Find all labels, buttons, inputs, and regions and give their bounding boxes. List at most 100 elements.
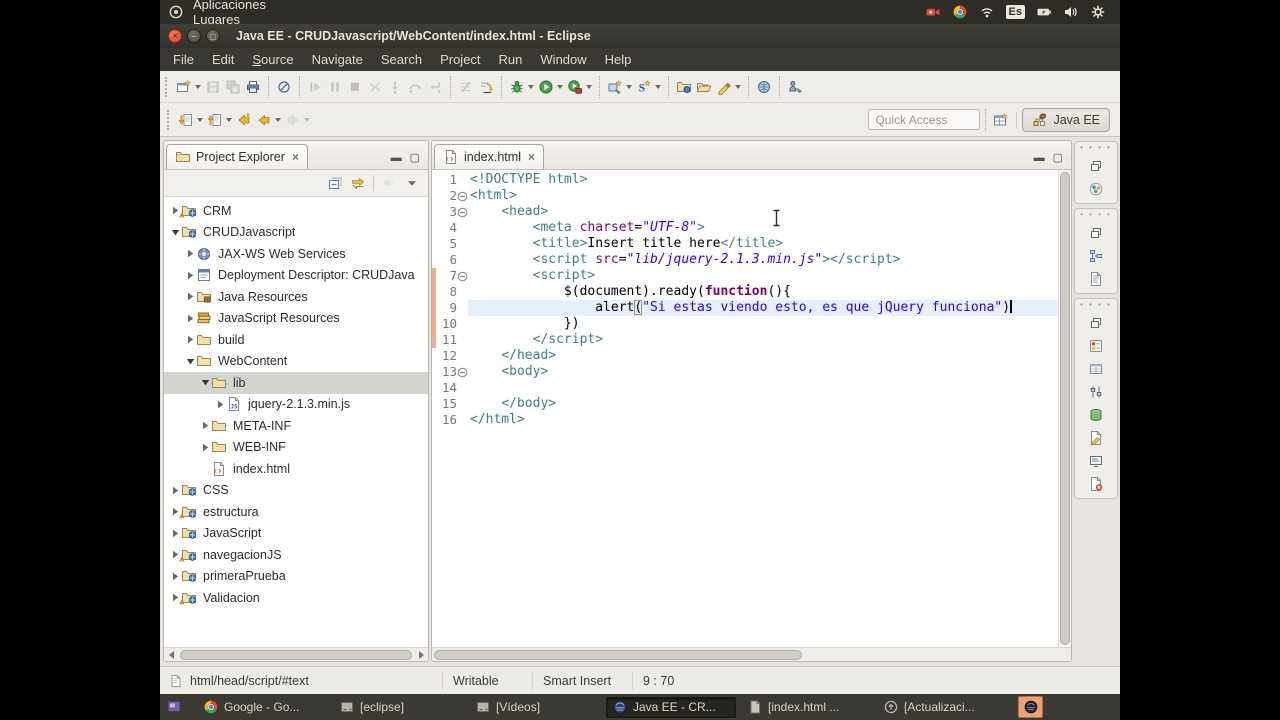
volume-icon[interactable] bbox=[1062, 4, 1079, 21]
battery-icon[interactable] bbox=[1035, 4, 1052, 21]
view-menu-icon[interactable] bbox=[404, 175, 420, 191]
task-java-ee-cr-[interactable]: Java EE - CR... bbox=[606, 696, 736, 718]
menu-help[interactable]: Help bbox=[596, 48, 641, 71]
tree-item-javascript-resources[interactable]: JavaScript Resources bbox=[164, 308, 428, 330]
editor-vscrollbar[interactable] bbox=[1058, 170, 1071, 647]
tree-item-deployment-descriptor-crudjava[interactable]: Deployment Descriptor: CRUDJava bbox=[164, 265, 428, 287]
distributor-logo-icon[interactable] bbox=[168, 4, 184, 20]
editor-hscrollbar[interactable] bbox=[432, 647, 1071, 661]
fold-collapse-icon[interactable] bbox=[457, 204, 468, 220]
tree-item-webcontent[interactable]: WebContent bbox=[164, 351, 428, 373]
expand-arrow-icon[interactable] bbox=[185, 314, 196, 323]
new-wizard-button[interactable] bbox=[174, 75, 203, 99]
task--actualizaci-[interactable]: [Actualizaci... bbox=[878, 697, 1008, 718]
code-text[interactable]: alert("Si estas viendo esto, es que jQue… bbox=[468, 300, 1058, 316]
fold-collapse-icon[interactable] bbox=[457, 188, 468, 204]
code-line-8[interactable]: 8 $(document).ready(function(){ bbox=[432, 284, 1058, 300]
expand-arrow-icon[interactable] bbox=[170, 572, 181, 581]
expand-arrow-icon[interactable] bbox=[170, 486, 181, 495]
expand-arrow-icon[interactable] bbox=[200, 443, 211, 452]
minimize-view-icon[interactable]: ▬ bbox=[391, 153, 402, 164]
task-list-icon[interactable] bbox=[1088, 271, 1104, 287]
dropdown-arrow-icon[interactable] bbox=[586, 84, 592, 89]
code-text[interactable]: </head> bbox=[468, 348, 1058, 364]
minimize-button[interactable]: – bbox=[187, 29, 201, 43]
link-editor-icon[interactable] bbox=[350, 175, 366, 191]
fold-collapse-icon[interactable] bbox=[457, 268, 468, 284]
toolbar-grip[interactable] bbox=[165, 76, 170, 97]
save-button[interactable] bbox=[203, 75, 223, 99]
tree-item-css[interactable]: CSS bbox=[164, 480, 428, 502]
run-button[interactable] bbox=[536, 75, 565, 99]
next-annotation-button[interactable] bbox=[176, 108, 205, 132]
collapse-arrow-icon[interactable] bbox=[185, 357, 196, 366]
code-text[interactable]: <meta charset="UTF-8"> bbox=[468, 220, 1058, 236]
tree-item-jquery-2-1-3-min-js[interactable]: JS jquery-2.1.3.min.js bbox=[164, 394, 428, 416]
dropdown-arrow-icon[interactable] bbox=[195, 84, 201, 89]
tab-project-explorer[interactable]: Project Explorer × bbox=[166, 144, 308, 169]
text-highlight-button[interactable] bbox=[714, 75, 743, 99]
tab-index-html[interactable]: index.html × bbox=[434, 144, 544, 169]
code-text[interactable]: $(document).ready(function(){ bbox=[468, 284, 1058, 300]
launcher-notification-button[interactable] bbox=[1018, 696, 1043, 718]
menu-run[interactable]: Run bbox=[490, 48, 532, 71]
code-line-15[interactable]: 15 </body> bbox=[432, 396, 1058, 412]
code-line-5[interactable]: 5 <title>Insert title here</title> bbox=[432, 236, 1058, 252]
hscroll-thumb[interactable] bbox=[180, 649, 412, 660]
scroll-right-icon[interactable] bbox=[414, 648, 428, 662]
code-line-3[interactable]: 3 <head> bbox=[432, 204, 1058, 220]
code-line-14[interactable]: 14 bbox=[432, 380, 1058, 396]
task--eclipse-[interactable]: [eclipse] bbox=[334, 697, 464, 718]
menu-search[interactable]: Search bbox=[372, 48, 431, 71]
open-folder-button[interactable] bbox=[694, 75, 714, 99]
dropdown-arrow-icon[interactable] bbox=[655, 84, 661, 89]
close-button[interactable]: × bbox=[168, 29, 182, 43]
dropdown-arrow-icon[interactable] bbox=[197, 117, 203, 122]
expand-arrow-icon[interactable] bbox=[200, 421, 211, 430]
dropdown-arrow-icon[interactable] bbox=[528, 84, 534, 89]
code-text[interactable]: <!DOCTYPE html> bbox=[468, 172, 1058, 188]
code-text[interactable]: </script> bbox=[468, 332, 1058, 348]
code-line-13[interactable]: 13 <body> bbox=[432, 364, 1058, 380]
prev-annotation-button[interactable] bbox=[205, 108, 234, 132]
terminate-button[interactable] bbox=[345, 75, 365, 99]
save-all-button[interactable] bbox=[223, 75, 243, 99]
menu-project[interactable]: Project bbox=[431, 48, 489, 71]
step-return-button[interactable] bbox=[425, 75, 445, 99]
perspective-javaee-button[interactable]: Java EE bbox=[1022, 107, 1110, 132]
code-text[interactable]: <html> bbox=[468, 188, 1058, 204]
last-edit-location-button[interactable] bbox=[234, 108, 254, 132]
tree-item-meta-inf[interactable]: META-INF bbox=[164, 415, 428, 437]
servers-icon[interactable] bbox=[1088, 384, 1104, 400]
dropdown-arrow-icon[interactable] bbox=[626, 84, 632, 89]
scroll-left-icon[interactable] bbox=[164, 648, 178, 662]
maximize-editor-icon[interactable]: ▢ bbox=[1053, 153, 1063, 164]
panel-menu-aplicaciones[interactable]: Aplicaciones bbox=[184, 0, 275, 12]
vscroll-thumb[interactable] bbox=[1060, 172, 1070, 645]
code-text[interactable] bbox=[468, 380, 1058, 396]
tree-item-jax-ws-web-services[interactable]: JAX-WS Web Services bbox=[164, 243, 428, 265]
code-text[interactable]: <script src="lib/jquery-2.1.3.min.js"></… bbox=[468, 252, 1058, 268]
collapse-all-icon[interactable] bbox=[327, 175, 343, 191]
print-button[interactable] bbox=[243, 75, 263, 99]
code-area[interactable]: 1 <!DOCTYPE html> 2 <html> 3 <head> 4 <meta c… bbox=[432, 170, 1058, 647]
error-log-icon[interactable] bbox=[1088, 476, 1104, 492]
markers-icon[interactable] bbox=[1088, 338, 1104, 354]
focus-icon[interactable] bbox=[381, 175, 397, 191]
code-text[interactable]: <body> bbox=[468, 364, 1058, 380]
expand-arrow-icon[interactable] bbox=[185, 292, 196, 301]
back-button[interactable] bbox=[254, 108, 283, 132]
collapse-arrow-icon[interactable] bbox=[200, 378, 211, 387]
external-tools-button[interactable] bbox=[565, 75, 594, 99]
chrome-icon[interactable] bbox=[952, 4, 969, 21]
menu-navigate[interactable]: Navigate bbox=[303, 48, 372, 71]
minimize-editor-icon[interactable]: ▬ bbox=[1034, 153, 1045, 164]
data-source-icon[interactable] bbox=[1088, 407, 1104, 423]
expand-arrow-icon[interactable] bbox=[215, 400, 226, 409]
tree-item-web-inf[interactable]: WEB-INF bbox=[164, 437, 428, 459]
run-tool-button[interactable] bbox=[785, 75, 805, 99]
code-line-9[interactable]: 9 alert("Si estas viendo esto, es que jQ… bbox=[432, 300, 1058, 316]
code-text[interactable]: </html> bbox=[468, 412, 1058, 428]
import-web-button[interactable] bbox=[674, 75, 694, 99]
tree-item-primeraprueba[interactable]: primeraPrueba bbox=[164, 566, 428, 588]
